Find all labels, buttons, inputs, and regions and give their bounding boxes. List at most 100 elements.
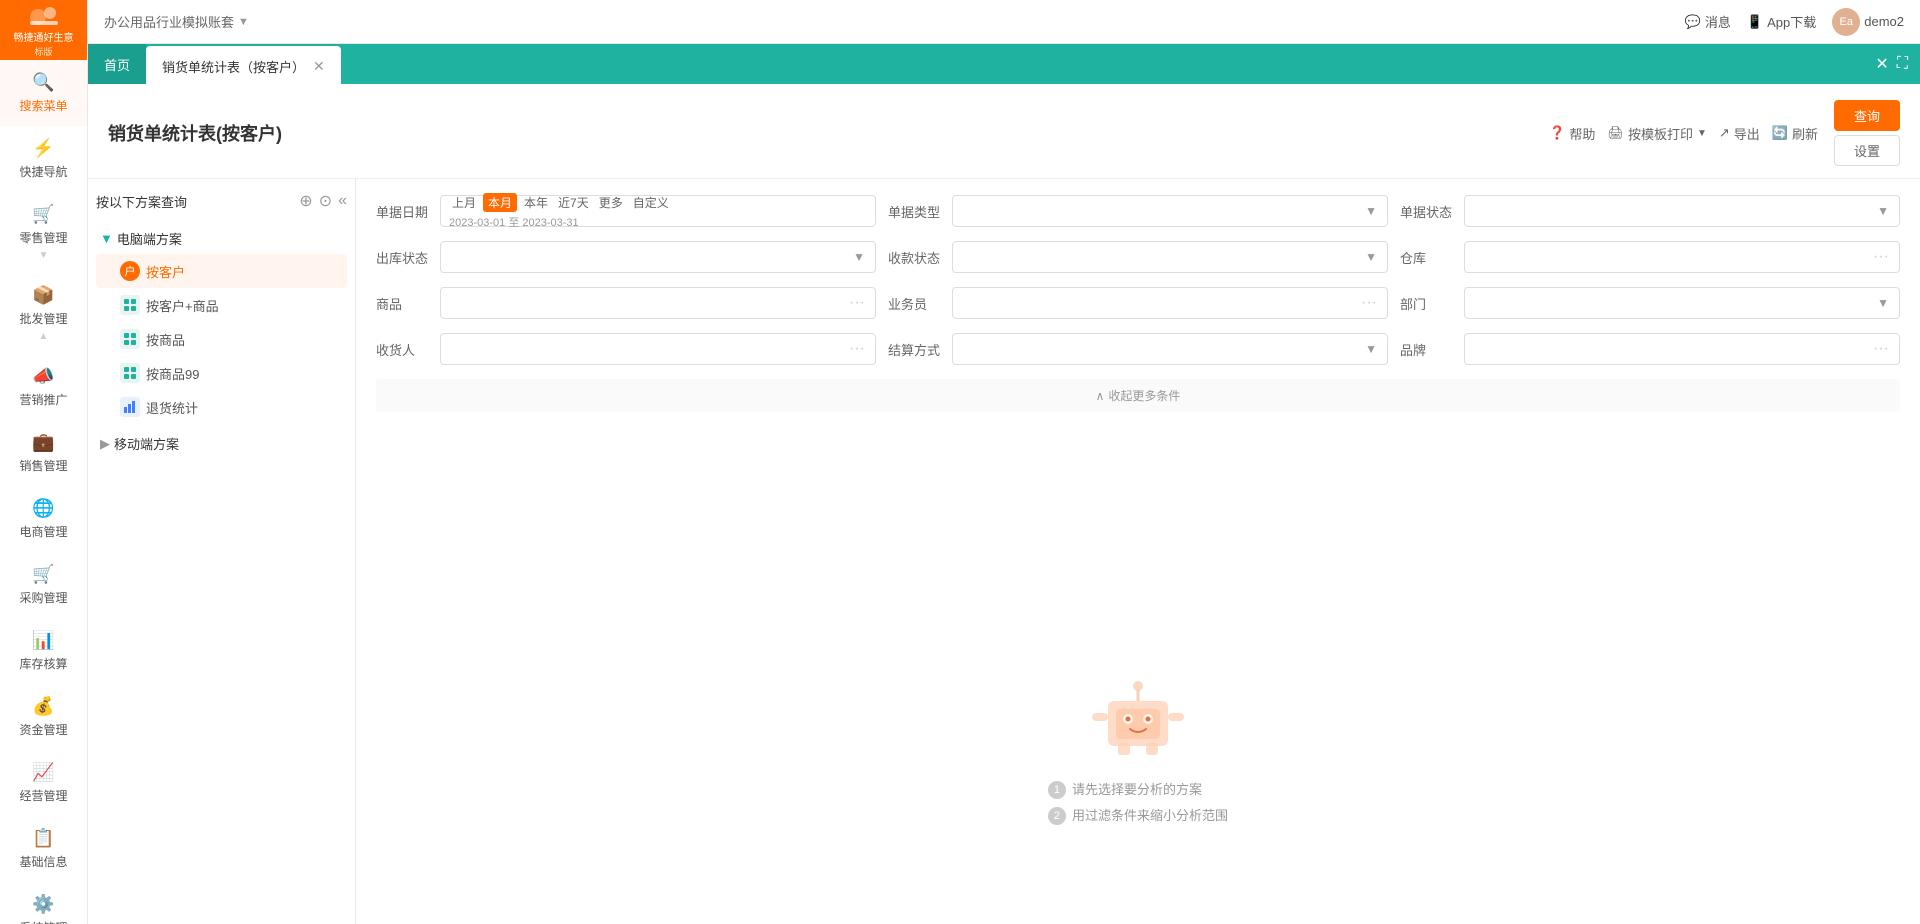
marketing-icon: 📣 (32, 366, 54, 387)
retail-icon: 🛒 (32, 204, 54, 225)
filter-row-4: 收货人 ··· 结算方式 ▼ (376, 333, 1900, 365)
filter-staff-item: 业务员 ··· (888, 287, 1388, 319)
tab-close-icon[interactable]: ✕ (313, 58, 325, 75)
sidebar-item-ecom[interactable]: 🌐 电商管理 (0, 486, 88, 552)
sidebar-item-purchase[interactable]: 🛒 采购管理 (0, 552, 88, 618)
filter-dept-chevron: ▼ (1877, 296, 1889, 310)
page-content: 销货单统计表(按客户) ❓ 帮助 🖨 按模板打印 ▼ ↗ 导出 (88, 84, 1920, 924)
sidebar-item-sales[interactable]: 💼 销售管理 (0, 420, 88, 486)
sidebar-item-inventory[interactable]: 📊 库存核算 (0, 618, 88, 684)
filter-doc-status-item: 单据状态 ▼ (1400, 195, 1900, 227)
app-logo: 畅捷通好生意 标版 (0, 0, 88, 60)
setting-button[interactable]: 设置 (1834, 135, 1900, 166)
by-goods-icon (120, 329, 140, 349)
date-btn-more[interactable]: 更多 (596, 193, 626, 212)
search-icon: 🔍 (32, 72, 54, 93)
refresh-btn[interactable]: 🔄 刷新 (1772, 124, 1818, 143)
tab-home[interactable]: 首页 (88, 44, 146, 84)
filter-dept-input[interactable]: ▼ (1464, 287, 1900, 319)
filter-date-input[interactable]: 上月 本月 本年 近7天 更多 自定义 2023-03-01 至 2023-03… (440, 195, 876, 227)
tab-home-label: 首页 (104, 55, 130, 74)
right-panel: 单据日期 上月 本月 本年 近7天 更多 自定义 20 (356, 179, 1920, 924)
filter-doc-status-input[interactable]: ▼ (1464, 195, 1900, 227)
filter-pay-status-item: 收款状态 ▼ (888, 241, 1388, 273)
sidebar-item-wholesale[interactable]: 📦 批发管理 ▲ (0, 273, 88, 354)
tree-item-return-stats[interactable]: 退货统计 (96, 390, 347, 424)
sidebar-item-finance-label: 资金管理 (19, 721, 67, 738)
tree-group-mobile-label: 移动端方案 (114, 434, 179, 453)
filter-pay-status-input[interactable]: ▼ (952, 241, 1388, 273)
account-selector-label: 办公用品行业模拟账套 (104, 12, 234, 31)
sidebar-item-ops[interactable]: 📈 经营管理 (0, 750, 88, 816)
sidebar-item-retail[interactable]: 🛒 零售管理 ▼ (0, 192, 88, 273)
app-download-label: App下载 (1767, 12, 1816, 31)
message-btn[interactable]: 💬 消息 (1685, 12, 1731, 31)
sidebar-item-finance[interactable]: 💰 资金管理 (0, 684, 88, 750)
collapse-left-icon[interactable]: « (338, 192, 347, 210)
user-profile[interactable]: Ea demo2 (1832, 8, 1904, 36)
filter-out-status-input[interactable]: ▼ (440, 241, 876, 273)
empty-hint-2: 2 用过滤条件来缩小分析范围 (1048, 803, 1228, 829)
query-button[interactable]: 查询 (1834, 100, 1900, 131)
template-print-btn[interactable]: 🖨 按模板打印 ▼ (1607, 124, 1706, 143)
finance-icon: 💰 (32, 696, 54, 717)
help-label: 帮助 (1569, 124, 1595, 143)
by-goods-99-icon (120, 363, 140, 383)
filter-payment-input[interactable]: ▼ (952, 333, 1388, 365)
help-btn[interactable]: ❓ 帮助 (1549, 124, 1595, 143)
filter-brand-item: 品牌 ··· (1400, 333, 1900, 365)
sidebar-item-sales-label: 销售管理 (19, 457, 67, 474)
filter-row-3: 商品 ··· 业务员 ··· (376, 287, 1900, 319)
sidebar: 畅捷通好生意 标版 🔍 搜索菜单 ⚡ 快捷导航 🛒 零售管理 ▼ 📦 批发管理 … (0, 0, 88, 924)
tree-item-by-customer-goods-label: 按客户+商品 (146, 296, 219, 315)
account-selector[interactable]: 办公用品行业模拟账套 ▼ (104, 12, 249, 31)
filter-brand-input[interactable]: ··· (1464, 333, 1900, 365)
date-btn-this-year[interactable]: 本年 (521, 193, 551, 212)
date-btn-this-month[interactable]: 本月 (483, 193, 517, 212)
sidebar-item-basic[interactable]: 📋 基础信息 (0, 816, 88, 882)
sidebar-item-retail-label: 零售管理 (19, 229, 67, 246)
filter-pay-status-label: 收款状态 (888, 248, 944, 267)
collapse-bar[interactable]: ∧ 收起更多条件 (376, 379, 1900, 412)
filter-brand-dots: ··· (1873, 340, 1889, 358)
tree-group-mobile-header[interactable]: ▶ 移动端方案 (96, 428, 347, 459)
filter-doc-type-input[interactable]: ▼ (952, 195, 1388, 227)
wholesale-icon: 📦 (32, 285, 54, 306)
sidebar-item-search[interactable]: 🔍 搜索菜单 (0, 60, 88, 126)
filter-goods-dots: ··· (849, 294, 865, 312)
sidebar-item-marketing-label: 营销推广 (19, 391, 67, 408)
export-btn[interactable]: ↗ 导出 (1719, 124, 1760, 143)
empty-robot-illustration (1078, 661, 1198, 761)
edit-scheme-icon[interactable]: ⊙ (319, 191, 332, 211)
filter-staff-input[interactable]: ··· (952, 287, 1388, 319)
filter-recipient-input[interactable]: ··· (440, 333, 876, 365)
quick-nav-icon: ⚡ (32, 138, 54, 159)
tree-group-pc-header[interactable]: ▼ 电脑端方案 (96, 223, 347, 254)
add-scheme-icon[interactable]: ⊕ (299, 191, 312, 211)
app-download-btn[interactable]: 📱 App下载 (1747, 12, 1816, 31)
empty-hint-2-text: 用过滤条件来缩小分析范围 (1072, 803, 1228, 829)
date-btn-custom[interactable]: 自定义 (630, 193, 672, 212)
tree-item-by-goods[interactable]: 按商品 (96, 322, 347, 356)
tree-item-by-customer[interactable]: 户 按客户 (96, 254, 347, 288)
tab-actions: ✕ ⛶ (1875, 54, 1920, 74)
filter-dept-item: 部门 ▼ (1400, 287, 1900, 319)
tab-sales-stats[interactable]: 销货单统计表（按客户） ✕ (146, 46, 341, 86)
refresh-label: 刷新 (1792, 124, 1818, 143)
filter-warehouse-input[interactable]: ··· (1464, 241, 1900, 273)
date-btn-7days[interactable]: 近7天 (555, 193, 592, 212)
filter-goods-input[interactable]: ··· (440, 287, 876, 319)
sidebar-item-marketing[interactable]: 📣 营销推广 (0, 354, 88, 420)
tab-minimize-icon[interactable]: ✕ (1875, 54, 1888, 74)
collapse-label: 收起更多条件 (1108, 387, 1180, 404)
sidebar-item-quick-nav[interactable]: ⚡ 快捷导航 (0, 126, 88, 192)
sidebar-item-basic-label: 基础信息 (19, 853, 67, 870)
tree-item-by-goods-99[interactable]: 按商品99 (96, 356, 347, 390)
tab-expand-icon[interactable]: ⛶ (1897, 55, 1908, 73)
date-btn-last-month[interactable]: 上月 (449, 193, 479, 212)
account-selector-chevron: ▼ (238, 16, 249, 28)
sidebar-item-system[interactable]: ⚙️ 系统管理 (0, 882, 88, 924)
by-customer-goods-icon (120, 295, 140, 315)
tree-item-by-customer-goods[interactable]: 按客户+商品 (96, 288, 347, 322)
filter-payment-label: 结算方式 (888, 340, 944, 359)
